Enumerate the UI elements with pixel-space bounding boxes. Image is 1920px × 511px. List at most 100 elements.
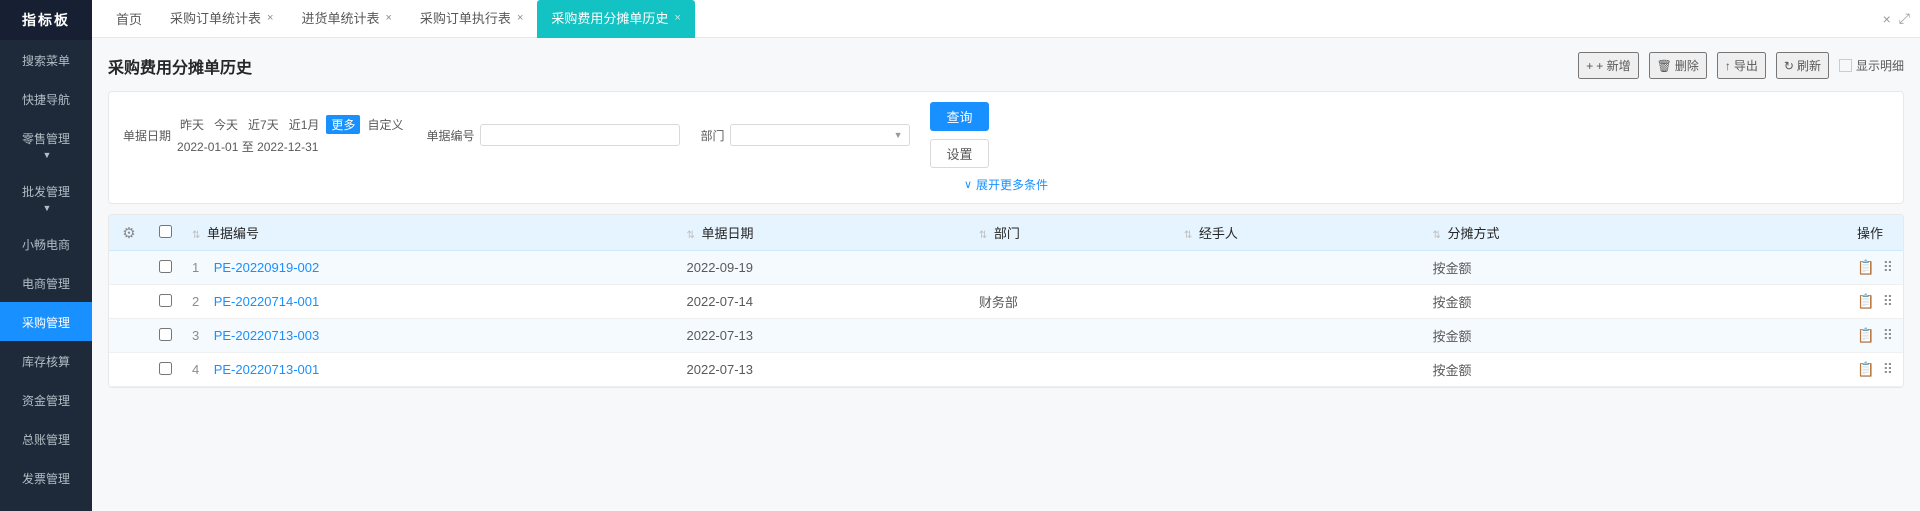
row-checkbox-cell (149, 353, 182, 387)
date-shortcut-custom[interactable]: 自定义 (364, 115, 406, 134)
row-splitmethod-cell: 按金额 (1422, 251, 1714, 285)
row-docdate-cell: 2022-07-14 (677, 285, 969, 319)
date-shortcut-yesterday[interactable]: 昨天 (177, 115, 207, 134)
close-all-tabs-icon[interactable]: × (1883, 11, 1891, 27)
sidebar-item-quick-nav[interactable]: 快捷导航 (0, 79, 92, 118)
row-splitmethod-cell: 按金额 (1422, 353, 1714, 387)
date-shortcut-today[interactable]: 今天 (211, 115, 241, 134)
query-button[interactable]: 查询 (930, 102, 988, 131)
filter-main-row: 单据日期 昨天 今天 近7天 近1月 更多 自定义 2022-01-01 至 2… (123, 102, 1889, 168)
delete-button[interactable]: 🗑 删除 (1649, 52, 1707, 79)
sort-icon: ⇅ (687, 230, 695, 241)
table-header-handler: ⇅ 经手人 (1174, 215, 1423, 251)
table-row: 4 PE-20220713-001 2022-07-13 按金额 📋 ⠿ (109, 353, 1903, 387)
tab-close-icon[interactable]: × (385, 12, 391, 24)
row-checkbox[interactable] (159, 260, 172, 273)
page-header: 采购费用分摊单历史 + + 新增 🗑 删除 ↑ 导出 ↻ 刷新 (108, 52, 1904, 79)
row-docdate-cell: 2022-07-13 (677, 353, 969, 387)
dept-select-wrapper: 财务部 (730, 124, 910, 146)
row-splitmethod-cell: 按金额 (1422, 285, 1714, 319)
row-detail-icon[interactable]: ⠿ (1883, 259, 1893, 276)
export-icon: ↑ (1725, 59, 1731, 73)
date-range-display: 2022-01-01 至 2022-12-31 (177, 138, 406, 155)
row-checkbox[interactable] (159, 362, 172, 375)
dept-select[interactable]: 财务部 (730, 124, 910, 146)
row-edit-icon[interactable]: 📋 (1857, 259, 1874, 276)
row-docdate-cell: 2022-07-13 (677, 319, 969, 353)
tab-purchase-cost-history[interactable]: 采购费用分摊单历史 × (537, 0, 694, 38)
sidebar-item-purchase[interactable]: 采购管理 (0, 302, 92, 341)
row-settings-cell (109, 285, 149, 319)
docno-filter-label: 单据编号 (426, 127, 474, 144)
row-handler-cell (1174, 353, 1423, 387)
sidebar-item-invoice[interactable]: 发票管理 (0, 458, 92, 497)
row-dept-cell (969, 353, 1174, 387)
row-detail-icon[interactable]: ⠿ (1883, 293, 1893, 310)
table-row: 3 PE-20220713-003 2022-07-13 按金额 📋 ⠿ (109, 319, 1903, 353)
row-edit-icon[interactable]: 📋 (1857, 361, 1874, 378)
sidebar-item-ledger[interactable]: 总账管理 (0, 419, 92, 458)
row-docno-cell: 1 PE-20220919-002 (182, 251, 677, 285)
tab-close-icon[interactable]: × (517, 12, 523, 24)
row-detail-icon[interactable]: ⠿ (1883, 327, 1893, 344)
data-table: ⚙ ⇅ 单据编号 ⇅ 单据日期 (109, 215, 1903, 387)
row-edit-icon[interactable]: 📋 (1857, 293, 1874, 310)
expand-more-btn[interactable]: ∨ 展开更多条件 (123, 176, 1889, 193)
sort-icon: ⇅ (1184, 230, 1192, 241)
sort-icon: ⇅ (979, 230, 987, 241)
row-checkbox[interactable] (159, 294, 172, 307)
refresh-icon: ↻ (1784, 59, 1794, 73)
sidebar-item-inventory[interactable]: 库存核算 (0, 341, 92, 380)
main-content: 首页 采购订单统计表 × 进货单统计表 × 采购订单执行表 × 采购费用分摊单历… (92, 0, 1920, 511)
tab-goods-stats[interactable]: 进货单统计表 × (287, 0, 405, 38)
sidebar-item-search[interactable]: 搜索菜单 (0, 40, 92, 79)
add-button[interactable]: + + 新增 (1578, 52, 1638, 79)
tab-bar: 首页 采购订单统计表 × 进货单统计表 × 采购订单执行表 × 采购费用分摊单历… (92, 0, 1920, 38)
tab-purchase-order-stats[interactable]: 采购订单统计表 × (156, 0, 287, 38)
sidebar-item-wholesale[interactable]: 批发管理 ▼ (0, 171, 92, 224)
export-button[interactable]: ↑ 导出 (1717, 52, 1766, 79)
chevron-down-icon: ▼ (43, 203, 52, 213)
docno-link[interactable]: PE-20220713-001 (214, 362, 320, 377)
date-shortcut-more[interactable]: 更多 (326, 115, 360, 134)
sidebar-item-retail[interactable]: 零售管理 ▼ (0, 118, 92, 171)
date-shortcut-1month[interactable]: 近1月 (286, 115, 323, 134)
refresh-button[interactable]: ↻ 刷新 (1776, 52, 1829, 79)
row-checkbox-cell (149, 285, 182, 319)
row-action-cell: 📋 ⠿ (1715, 251, 1903, 285)
row-checkbox-cell (149, 251, 182, 285)
sidebar: 指标板 搜索菜单 快捷导航 零售管理 ▼ 批发管理 ▼ 小畅电商 电商管理 采购… (0, 0, 92, 511)
select-all-checkbox[interactable] (159, 225, 172, 238)
sidebar-item-finance[interactable]: 资金管理 (0, 380, 92, 419)
table-header-docdate: ⇅ 单据日期 (677, 215, 969, 251)
table-header-settings: ⚙ (109, 215, 149, 251)
docno-link[interactable]: PE-20220714-001 (214, 294, 320, 309)
table-header-docno: ⇅ 单据编号 (182, 215, 677, 251)
sidebar-item-ecommerce-small[interactable]: 小畅电商 (0, 224, 92, 263)
docno-link[interactable]: PE-20220919-002 (214, 260, 320, 275)
row-checkbox[interactable] (159, 328, 172, 341)
docno-link[interactable]: PE-20220713-003 (214, 328, 320, 343)
row-docno-cell: 3 PE-20220713-003 (182, 319, 677, 353)
tab-close-icon[interactable]: × (267, 12, 273, 24)
tab-close-icon[interactable]: × (674, 12, 680, 24)
fullscreen-icon[interactable]: ⤢ (1899, 10, 1910, 27)
sidebar-item-ecommerce[interactable]: 电商管理 (0, 263, 92, 302)
page-title: 采购费用分摊单历史 (108, 54, 252, 78)
table-header-split-method: ⇅ 分摊方式 (1422, 215, 1714, 251)
date-filter-group: 单据日期 昨天 今天 近7天 近1月 更多 自定义 2022-01-01 至 2… (123, 115, 406, 155)
table-header-dept: ⇅ 部门 (969, 215, 1174, 251)
settings-button[interactable]: 设置 (930, 139, 988, 168)
row-edit-icon[interactable]: 📋 (1857, 327, 1874, 344)
date-shortcut-7days[interactable]: 近7天 (245, 115, 282, 134)
tab-purchase-exec[interactable]: 采购订单执行表 × (406, 0, 537, 38)
row-settings-cell (109, 319, 149, 353)
dept-filter-group: 部门 财务部 (700, 124, 910, 146)
show-cols-checkbox[interactable] (1839, 59, 1852, 72)
docno-filter-input[interactable] (480, 124, 680, 146)
gear-icon[interactable]: ⚙ (122, 225, 135, 242)
row-detail-icon[interactable]: ⠿ (1883, 361, 1893, 378)
show-cols-toggle[interactable]: 显示明细 (1839, 57, 1904, 74)
query-btn-group: 查询 设置 (930, 102, 988, 168)
tab-home[interactable]: 首页 (102, 0, 156, 38)
